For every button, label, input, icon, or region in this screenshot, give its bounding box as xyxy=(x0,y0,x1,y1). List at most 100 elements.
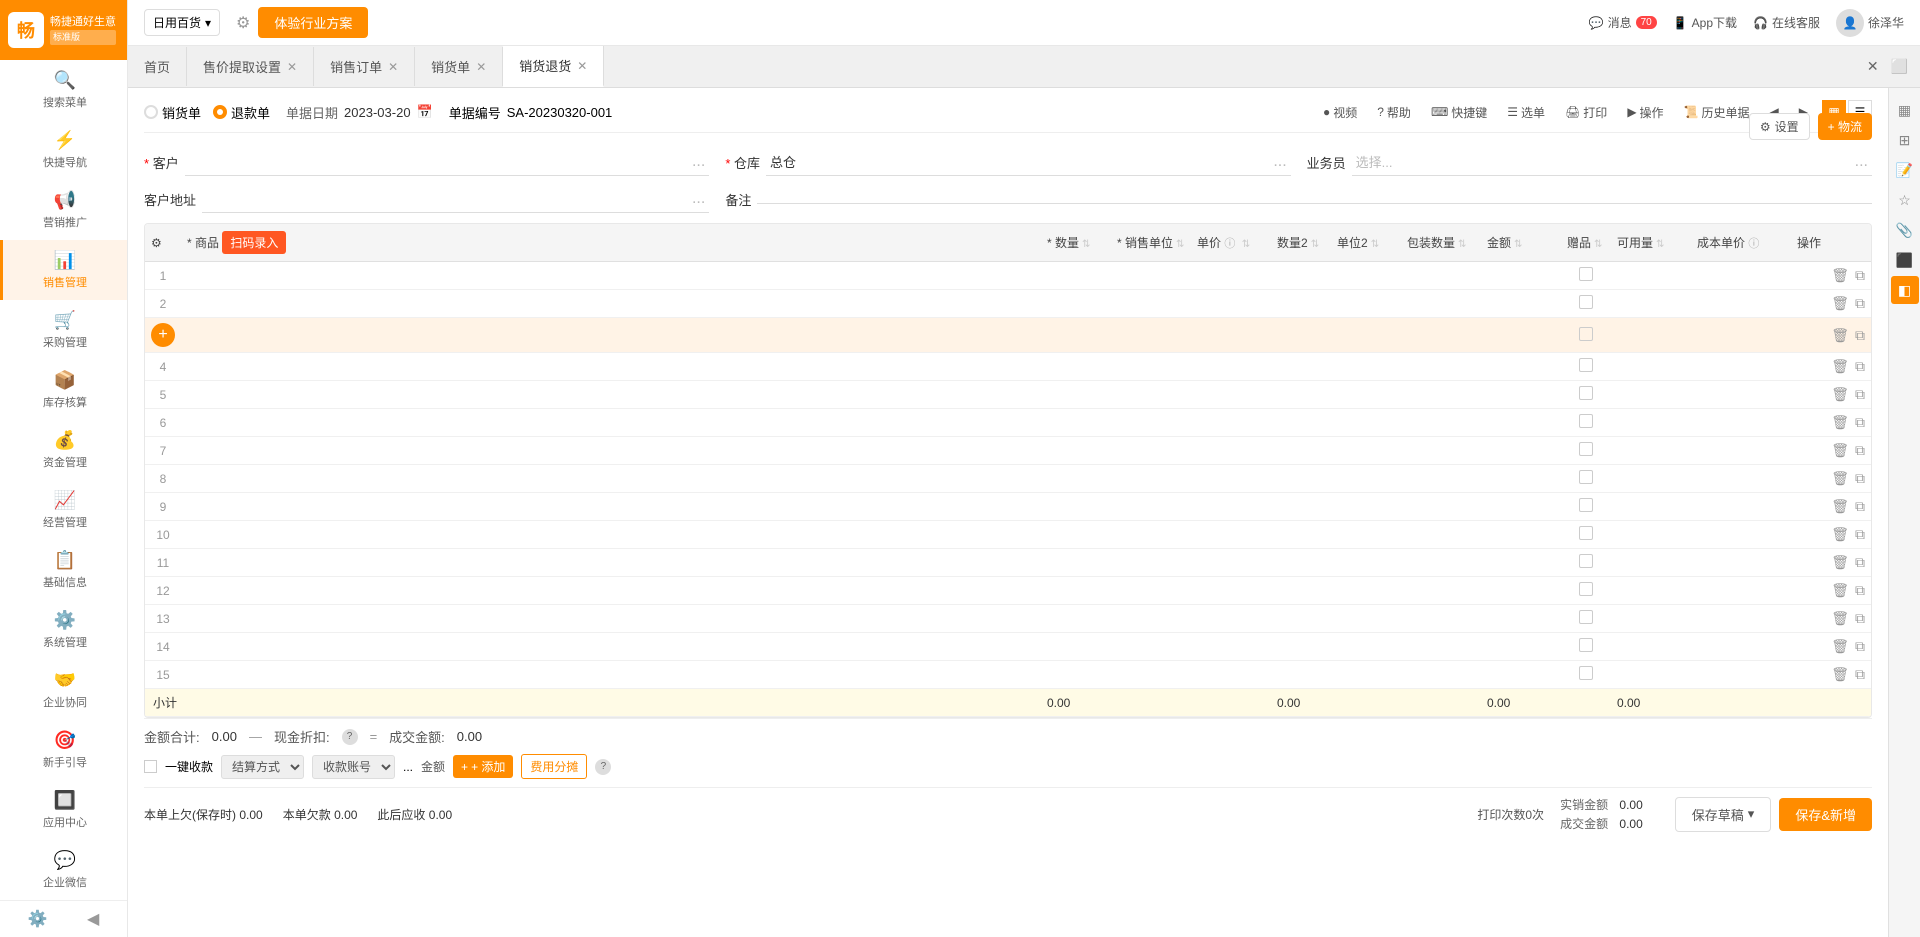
qty-cell[interactable] xyxy=(1041,290,1111,318)
goods-cell[interactable] xyxy=(181,465,1041,493)
delete-icon[interactable]: 🗑 xyxy=(1831,414,1849,431)
qty2-cell[interactable] xyxy=(1271,381,1331,409)
copy-icon[interactable]: ⧉ xyxy=(1855,526,1865,543)
amount-cell[interactable] xyxy=(1481,409,1561,437)
qty2-cell[interactable] xyxy=(1271,549,1331,577)
cost-cell[interactable] xyxy=(1691,465,1791,493)
goods-cell[interactable] xyxy=(181,262,1041,290)
sidebar-item-finance[interactable]: 💰 资金管理 xyxy=(0,420,127,480)
sidebar-item-enterprise[interactable]: 🤝 企业协同 xyxy=(0,660,127,720)
goods-cell[interactable] xyxy=(181,521,1041,549)
qty-cell[interactable] xyxy=(1041,262,1111,290)
delete-icon[interactable]: 🗑 xyxy=(1831,638,1849,655)
pack-cell[interactable] xyxy=(1401,633,1481,661)
delete-icon[interactable]: 🗑 xyxy=(1831,470,1849,487)
th-avail[interactable]: 可用量 xyxy=(1611,224,1691,262)
pack-cell[interactable] xyxy=(1401,605,1481,633)
save-new-btn[interactable]: 保存&新增 xyxy=(1779,798,1872,831)
unit2-cell[interactable] xyxy=(1331,437,1401,465)
sidebar-item-shortcut[interactable]: ⚡ 快捷导航 xyxy=(0,120,127,180)
copy-icon[interactable]: ⧉ xyxy=(1855,386,1865,403)
gift-cell[interactable] xyxy=(1561,353,1611,381)
gift-cell[interactable] xyxy=(1561,465,1611,493)
pack-cell[interactable] xyxy=(1401,262,1481,290)
unit-cell[interactable] xyxy=(1111,493,1191,521)
delete-icon[interactable]: 🗑 xyxy=(1831,327,1849,344)
unit2-cell[interactable] xyxy=(1331,409,1401,437)
unit2-cell[interactable] xyxy=(1331,521,1401,549)
gift-cell[interactable] xyxy=(1561,318,1611,353)
unit-cell[interactable] xyxy=(1111,409,1191,437)
unit-cell[interactable] xyxy=(1111,290,1191,318)
unit-cell[interactable] xyxy=(1111,381,1191,409)
amount-cell[interactable] xyxy=(1481,661,1561,689)
qty-cell[interactable] xyxy=(1041,633,1111,661)
price-cell[interactable] xyxy=(1191,493,1271,521)
settlement-select[interactable]: 结算方式 xyxy=(221,755,304,779)
cost-cell[interactable] xyxy=(1691,318,1791,353)
qty2-cell[interactable] xyxy=(1271,409,1331,437)
price-info-icon[interactable]: ⓘ xyxy=(1224,238,1235,250)
price-cell[interactable] xyxy=(1191,262,1271,290)
copy-icon[interactable]: ⧉ xyxy=(1855,582,1865,599)
gift-checkbox[interactable] xyxy=(1579,498,1593,512)
gift-checkbox[interactable] xyxy=(1579,442,1593,456)
qty2-cell[interactable] xyxy=(1271,605,1331,633)
qty2-cell[interactable] xyxy=(1271,262,1331,290)
gift-cell[interactable] xyxy=(1561,605,1611,633)
unit-cell[interactable] xyxy=(1111,353,1191,381)
copy-icon[interactable]: ⧉ xyxy=(1855,442,1865,459)
add-row-btn[interactable]: + xyxy=(151,323,175,347)
delete-icon[interactable]: 🗑 xyxy=(1831,554,1849,571)
qty2-cell[interactable] xyxy=(1271,353,1331,381)
gift-cell[interactable] xyxy=(1561,290,1611,318)
gift-cell[interactable] xyxy=(1561,661,1611,689)
unit2-cell[interactable] xyxy=(1331,661,1401,689)
save-draft-btn[interactable]: 保存草稿 ▾ xyxy=(1675,797,1772,832)
copy-icon[interactable]: ⧉ xyxy=(1855,267,1865,284)
split-help-icon[interactable]: ? xyxy=(595,759,611,775)
pack-cell[interactable] xyxy=(1401,465,1481,493)
gift-cell[interactable] xyxy=(1561,521,1611,549)
copy-icon[interactable]: ⧉ xyxy=(1855,554,1865,571)
one-pay-checkbox[interactable] xyxy=(144,760,157,773)
amount-cell[interactable] xyxy=(1481,605,1561,633)
avail-cell[interactable] xyxy=(1611,290,1691,318)
price-cell[interactable] xyxy=(1191,437,1271,465)
pack-cell[interactable] xyxy=(1401,521,1481,549)
unit2-cell[interactable] xyxy=(1331,577,1401,605)
sidebar-item-system[interactable]: ⚙️ 系统管理 xyxy=(0,600,127,660)
app-download-btn[interactable]: 📱 App下载 xyxy=(1673,14,1737,31)
tab-home[interactable]: 首页 xyxy=(128,47,187,86)
unit2-cell[interactable] xyxy=(1331,353,1401,381)
qty-cell[interactable] xyxy=(1041,318,1111,353)
goods-cell[interactable] xyxy=(181,549,1041,577)
amount-cell[interactable] xyxy=(1481,262,1561,290)
unit2-cell[interactable] xyxy=(1331,465,1401,493)
gift-checkbox[interactable] xyxy=(1579,327,1593,341)
qty-cell[interactable] xyxy=(1041,437,1111,465)
qty-cell[interactable] xyxy=(1041,381,1111,409)
th-qty[interactable]: * 数量 xyxy=(1041,224,1111,262)
qty2-cell[interactable] xyxy=(1271,290,1331,318)
price-cell[interactable] xyxy=(1191,633,1271,661)
price-cell[interactable] xyxy=(1191,661,1271,689)
sidebar-settings-btn[interactable]: ⚙️ xyxy=(28,909,48,929)
gift-cell[interactable] xyxy=(1561,262,1611,290)
copy-icon[interactable]: ⧉ xyxy=(1855,638,1865,655)
scan-input-btn[interactable]: 扫码录入 xyxy=(222,231,286,254)
tab-close-sales-order[interactable]: ✕ xyxy=(388,60,398,74)
tab-sales-delivery[interactable]: 销货单 ✕ xyxy=(415,47,503,86)
th-amount[interactable]: 金额 xyxy=(1481,224,1561,262)
price-cell[interactable] xyxy=(1191,605,1271,633)
qty-cell[interactable] xyxy=(1041,605,1111,633)
amount-cell[interactable] xyxy=(1481,493,1561,521)
unit2-cell[interactable] xyxy=(1331,381,1401,409)
sidebar-item-operation[interactable]: 📈 经营管理 xyxy=(0,480,127,540)
price-cell[interactable] xyxy=(1191,381,1271,409)
unit-cell[interactable] xyxy=(1111,521,1191,549)
cost-cell[interactable] xyxy=(1691,353,1791,381)
unit2-cell[interactable] xyxy=(1331,605,1401,633)
tab-price-setting[interactable]: 售价提取设置 ✕ xyxy=(187,47,314,86)
cost-cell[interactable] xyxy=(1691,437,1791,465)
